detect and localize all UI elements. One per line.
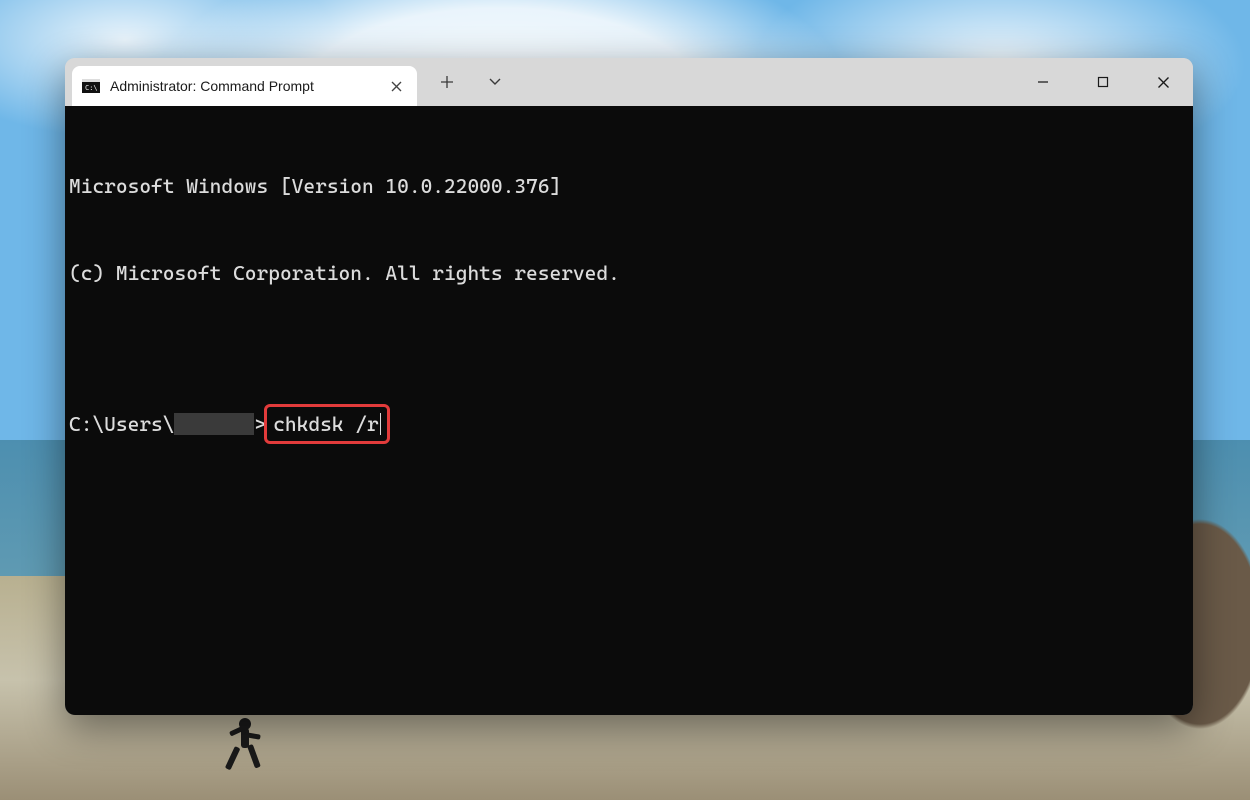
- wallpaper-figure: [215, 712, 275, 782]
- desktop-wallpaper: C:\ Administrator: Command Prompt: [0, 0, 1250, 800]
- tab-title: Administrator: Command Prompt: [110, 78, 375, 94]
- tab-dropdown-button[interactable]: [473, 62, 517, 102]
- close-icon: [391, 81, 402, 92]
- new-tab-button[interactable]: [425, 62, 469, 102]
- command-highlight-annotation: chkdsk /r: [264, 404, 389, 444]
- maximize-icon: [1097, 76, 1109, 88]
- close-window-button[interactable]: [1133, 58, 1193, 106]
- text-cursor: [380, 413, 381, 435]
- chevron-down-icon: [488, 77, 502, 87]
- terminal-output-line: (c) Microsoft Corporation. All rights re…: [69, 259, 1189, 288]
- close-icon: [1157, 76, 1170, 89]
- typed-command: chkdsk /r: [273, 410, 378, 439]
- minimize-icon: [1037, 76, 1049, 88]
- terminal-prompt-line: C:\Users\>chkdsk /r: [69, 404, 1189, 444]
- terminal-body[interactable]: Microsoft Windows [Version 10.0.22000.37…: [65, 106, 1193, 715]
- command-prompt-icon: C:\: [82, 78, 100, 94]
- minimize-button[interactable]: [1013, 58, 1073, 106]
- prompt-path-prefix: C:\Users\: [69, 410, 174, 439]
- svg-text:C:\: C:\: [85, 84, 98, 92]
- terminal-output-line: Microsoft Windows [Version 10.0.22000.37…: [69, 172, 1189, 201]
- maximize-button[interactable]: [1073, 58, 1133, 106]
- tab-close-button[interactable]: [385, 75, 407, 97]
- window-titlebar[interactable]: C:\ Administrator: Command Prompt: [65, 58, 1193, 106]
- terminal-window: C:\ Administrator: Command Prompt: [65, 58, 1193, 715]
- redacted-username: [174, 413, 254, 435]
- tab-command-prompt[interactable]: C:\ Administrator: Command Prompt: [72, 66, 417, 106]
- plus-icon: [440, 75, 454, 89]
